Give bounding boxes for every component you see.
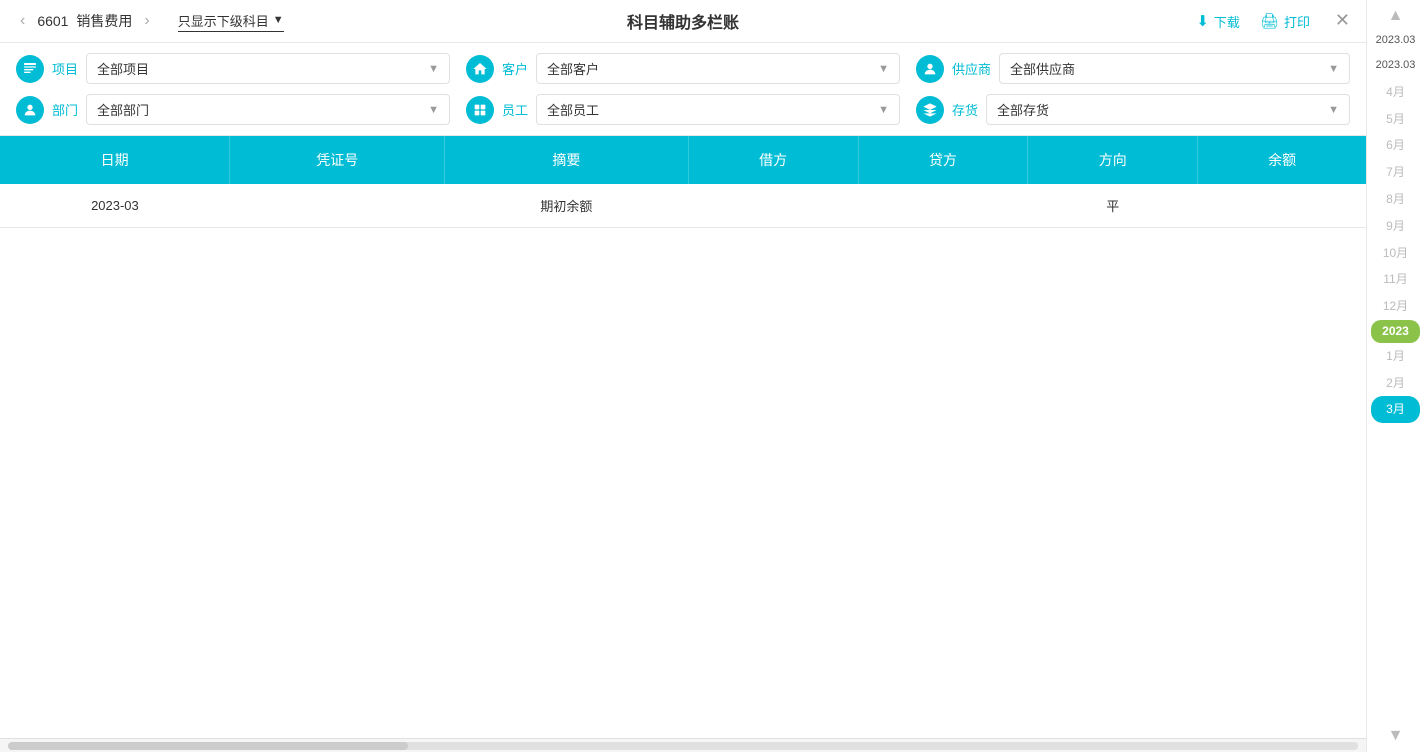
department-select[interactable]: 全部部门 ▼ [86,94,450,125]
cell-summary: 期初余额 [445,184,689,228]
employee-icon [466,96,494,124]
timeline-item-9[interactable]: 9月 [1367,213,1424,240]
customer-icon [466,55,494,83]
supplier-label: 供应商 [952,59,991,78]
employee-chevron-icon: ▼ [878,104,889,116]
timeline-item-3-active[interactable]: 3月 [1371,396,1420,423]
cell-date: 2023-03 [0,184,230,228]
account-code: 6601 销售费用 [37,11,132,31]
col-date: 日期 [0,136,230,184]
employee-select[interactable]: 全部员工 ▼ [536,94,900,125]
table-header-row: 日期 凭证号 摘要 借方 贷方 方向 余额 [0,136,1366,184]
customer-chevron-icon: ▼ [878,63,889,75]
filter-customer: 客户 全部客户 ▼ [466,53,900,84]
data-table: 日期 凭证号 摘要 借方 贷方 方向 余额 2023-03 期初余额 平 [0,136,1366,228]
timeline-item-1[interactable]: 1月 [1367,343,1424,370]
inventory-select[interactable]: 全部存货 ▼ [986,94,1350,125]
timeline-item-2023-03-start[interactable]: 2023.03 [1367,28,1424,53]
timeline-item-2023-03-end[interactable]: 2023.03 [1367,53,1424,78]
cell-debit [688,184,858,228]
table-row: 2023-03 期初余额 平 [0,184,1366,228]
table-container: 日期 凭证号 摘要 借方 贷方 方向 余额 2023-03 期初余额 平 [0,136,1366,752]
filter-row-2: 部门 全部部门 ▼ 员工 全部员工 [16,94,1350,125]
col-credit: 贷方 [858,136,1028,184]
project-icon [16,55,44,83]
supplier-icon [916,55,944,83]
cell-credit [858,184,1028,228]
filter-project: 项目 全部项目 ▼ [16,53,450,84]
timeline-item-7[interactable]: 7月 [1367,159,1424,186]
timeline-item-2[interactable]: 2月 [1367,370,1424,397]
close-btn[interactable]: ✕ [1335,10,1350,31]
top-actions: ⬇ 下载 🖨 打印 [1196,12,1350,31]
customer-label: 客户 [502,59,528,78]
timeline-year-2023[interactable]: 2023 [1371,320,1420,343]
page-title: 科目辅助多栏账 [627,9,739,33]
timeline-panel: ▲ 2023.03 2023.03 4月 5月 6月 7月 8月 9月 10月 … [1366,0,1424,752]
project-chevron-icon: ▼ [428,63,439,75]
col-voucher: 凭证号 [230,136,445,184]
inventory-label: 存货 [952,100,978,119]
top-bar: ‹ 6601 销售费用 › 只显示下级科目 ▼ 科目辅助多栏账 ⬇ 下载 🖨 打… [0,0,1366,43]
cell-voucher [230,184,445,228]
next-account-btn[interactable]: › [140,10,153,32]
col-balance: 余额 [1198,136,1366,184]
timeline-item-12[interactable]: 12月 [1367,293,1424,320]
timeline-item-10[interactable]: 10月 [1367,240,1424,267]
horizontal-scrollbar[interactable] [0,738,1366,752]
inventory-chevron-icon: ▼ [1328,104,1339,116]
filter-row-1: 项目 全部项目 ▼ 客户 全部客户 ▼ [16,53,1350,84]
timeline-up-arrow[interactable]: ▲ [1384,4,1408,28]
download-icon: ⬇ [1196,12,1209,30]
project-label: 项目 [52,59,78,78]
cell-direction: 平 [1028,184,1198,228]
show-sub-chevron-icon: ▼ [273,14,284,26]
timeline-item-8[interactable]: 8月 [1367,186,1424,213]
print-icon: 🖨 [1260,12,1279,30]
filter-area: 项目 全部项目 ▼ 客户 全部客户 ▼ [0,43,1366,136]
filter-department: 部门 全部部门 ▼ [16,94,450,125]
timeline-item-6[interactable]: 6月 [1367,132,1424,159]
download-btn[interactable]: ⬇ 下载 [1196,12,1240,31]
filter-inventory: 存货 全部存货 ▼ [916,94,1350,125]
timeline-item-5[interactable]: 5月 [1367,106,1424,133]
col-summary: 摘要 [445,136,689,184]
col-debit: 借方 [688,136,858,184]
department-chevron-icon: ▼ [428,104,439,116]
timeline-item-4[interactable]: 4月 [1367,79,1424,106]
timeline-down-arrow[interactable]: ▼ [1384,724,1408,748]
supplier-select[interactable]: 全部供应商 ▼ [999,53,1350,84]
customer-select[interactable]: 全部客户 ▼ [536,53,900,84]
cell-balance [1198,184,1366,228]
filter-supplier: 供应商 全部供应商 ▼ [916,53,1350,84]
employee-label: 员工 [502,100,528,119]
supplier-chevron-icon: ▼ [1328,63,1339,75]
inventory-icon [916,96,944,124]
show-sub-toggle[interactable]: 只显示下级科目 ▼ [178,11,284,32]
prev-account-btn[interactable]: ‹ [16,10,29,32]
project-select[interactable]: 全部项目 ▼ [86,53,450,84]
filter-employee: 员工 全部员工 ▼ [466,94,900,125]
department-icon [16,96,44,124]
department-label: 部门 [52,100,78,119]
timeline-item-11[interactable]: 11月 [1367,266,1424,293]
col-direction: 方向 [1028,136,1198,184]
print-btn[interactable]: 🖨 打印 [1260,12,1310,31]
